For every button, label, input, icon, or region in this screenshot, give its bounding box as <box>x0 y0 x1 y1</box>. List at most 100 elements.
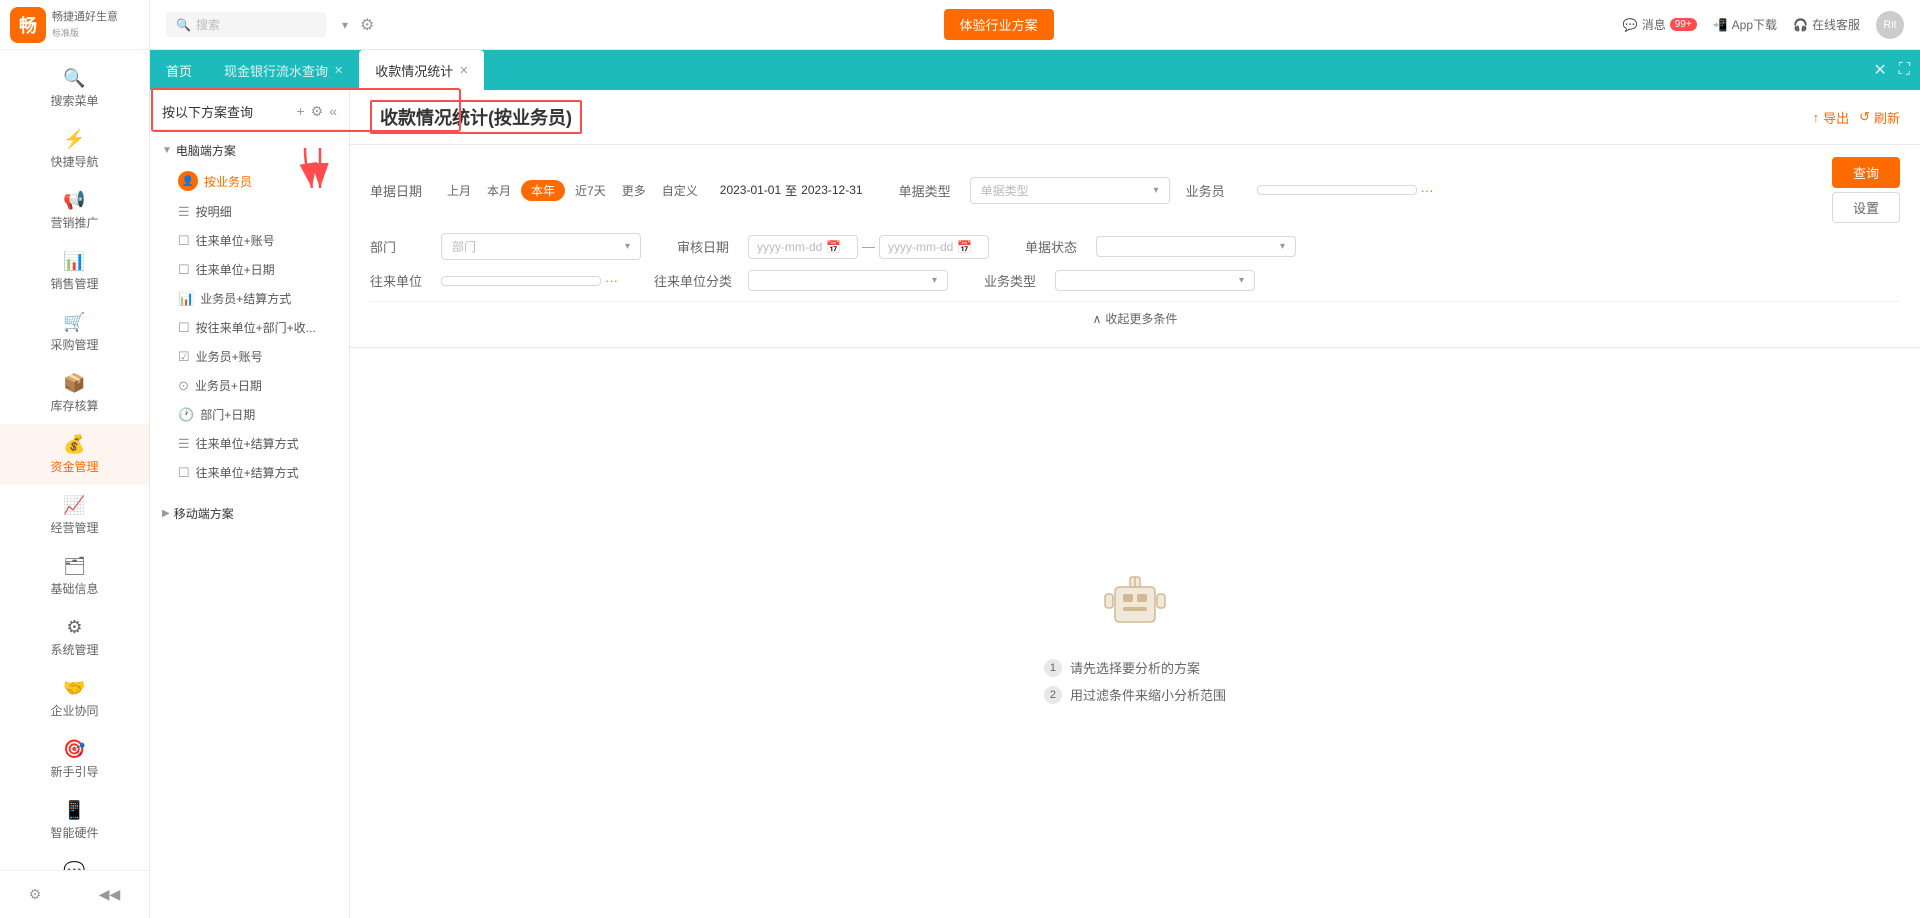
date-opt-custom[interactable]: 自定义 <box>656 180 704 201</box>
sidebar-item-basic[interactable]: 🗂 基础信息 <box>0 546 149 607</box>
refresh-button[interactable]: ↺ 刷新 <box>1859 108 1900 127</box>
biz-type-select[interactable]: ▾ <box>1055 270 1255 291</box>
filter-row-1: 单据日期 上月 本月 本年 近7天 更多 自定义 2023-01-01 至 20… <box>370 157 1900 223</box>
salesman-select[interactable] <box>1257 185 1417 195</box>
dept-select[interactable]: 部门 ▾ <box>441 233 641 260</box>
unit-class-select[interactable]: ▾ <box>748 270 948 291</box>
enterprise-icon: 🤝 <box>63 678 85 699</box>
sidebar-search-label: 搜索菜单 <box>50 92 98 109</box>
sidebar-hardware-label: 智能硬件 <box>50 824 98 841</box>
scheme-settings-button[interactable]: ⚙ <box>311 103 324 120</box>
doc-type-select[interactable]: 单据类型 ▾ <box>970 177 1170 204</box>
sidebar-item-search[interactable]: 🔍 搜索菜单 <box>0 58 149 119</box>
unit-input-group: ··· <box>441 273 618 288</box>
user-avatar[interactable]: Rit <box>1876 11 1904 39</box>
export-button[interactable]: ↑ 导出 <box>1813 108 1850 127</box>
sidebar-collapse-btn[interactable]: ◀◀ <box>94 881 126 908</box>
quicknav-icon: ⚡ <box>63 129 85 150</box>
tab-bank[interactable]: 现金银行流水查询 ✕ <box>208 50 359 90</box>
topbar-gear-icon[interactable]: ⚙ <box>360 15 374 35</box>
settings-button[interactable]: 设置 <box>1832 192 1900 223</box>
sidebar-item-marketing[interactable]: 📢 营销推广 <box>0 180 149 241</box>
scheme-item-salesman-method[interactable]: 📊 业务员+结算方式 <box>150 284 349 313</box>
scheme-item-unit-account[interactable]: ☐ 往来单位+账号 <box>150 226 349 255</box>
date-opt-last-month[interactable]: 上月 <box>441 180 477 201</box>
scheme-item-unit-account-label: 往来单位+账号 <box>196 232 275 249</box>
tabbar-expand-icon[interactable]: ⛶ <box>1899 61 1910 79</box>
salesman-more-btn[interactable]: ··· <box>1421 183 1434 198</box>
tab-collection[interactable]: 收款情况统计 ✕ <box>359 50 484 90</box>
sidebar-item-wechat[interactable]: 💬 企业微信 <box>0 851 149 870</box>
scheme-item-by-detail[interactable]: ☰ 按明细 <box>150 197 349 226</box>
sidebar-item-finance[interactable]: 💰 资金管理 <box>0 424 149 485</box>
topbar-dropdown-icon[interactable]: ▾ <box>342 18 348 32</box>
service-icon: 🎧 <box>1793 18 1808 32</box>
doc-status-chevron-icon: ▾ <box>1280 241 1285 252</box>
audit-start-input[interactable]: yyyy-mm-dd 📅 <box>748 235 858 259</box>
sidebar-item-quicknav[interactable]: ⚡ 快捷导航 <box>0 119 149 180</box>
scheme-item-unit-date[interactable]: ☐ 往来单位+日期 <box>150 255 349 284</box>
unit-method2-icon: ☐ <box>178 465 190 481</box>
sidebar-item-purchase[interactable]: 🛒 采购管理 <box>0 302 149 363</box>
sidebar-finance-label: 资金管理 <box>50 458 98 475</box>
scheme-item-salesman-date[interactable]: ⊙ 业务员+日期 <box>150 371 349 400</box>
sidebar-item-sales[interactable]: 📊 销售管理 <box>0 241 149 302</box>
tab-collection-close-icon[interactable]: ✕ <box>459 64 468 77</box>
export-label: 导出 <box>1823 108 1849 127</box>
message-button[interactable]: 💬 消息 99+ <box>1623 16 1697 33</box>
audit-end-input[interactable]: yyyy-mm-dd 📅 <box>879 235 989 259</box>
desktop-section-toggle[interactable]: ▼ 电脑端方案 <box>150 136 349 165</box>
sidebar-item-inventory[interactable]: 📦 库存核算 <box>0 363 149 424</box>
tabbar-close-icon[interactable]: ✕ <box>1873 60 1886 80</box>
tab-home-label: 首页 <box>166 61 192 80</box>
mobile-scheme-section: ▶ 移动端方案 <box>150 493 349 534</box>
scheme-item-unit-method2[interactable]: ☐ 往来单位+结算方式 <box>150 458 349 487</box>
sidebar-item-guide[interactable]: 🎯 新手引导 <box>0 729 149 790</box>
content-body: 1 请先选择要分析的方案 2 用过滤条件来缩小分析范围 <box>350 348 1920 918</box>
app-download-button[interactable]: 📲 App下载 <box>1713 16 1777 33</box>
desktop-section-label: 电脑端方案 <box>176 142 236 159</box>
add-scheme-button[interactable]: + <box>296 103 304 120</box>
sidebar-item-enterprise[interactable]: 🤝 企业协同 <box>0 668 149 729</box>
date-opt-this-month[interactable]: 本月 <box>481 180 517 201</box>
sidebar-item-hardware[interactable]: 📱 智能硬件 <box>0 790 149 851</box>
finance-icon: 💰 <box>63 434 85 455</box>
tab-bank-close-icon[interactable]: ✕ <box>334 64 343 77</box>
online-service-button[interactable]: 🎧 在线客服 <box>1793 16 1860 33</box>
query-button[interactable]: 查询 <box>1832 157 1900 188</box>
date-opt-more[interactable]: 更多 <box>616 180 652 201</box>
filter-row-2: 部门 部门 ▾ 审核日期 yyyy-mm-dd 📅 — yyyy-mm-dd <box>370 233 1900 260</box>
logo-icon: 畅 <box>10 7 46 43</box>
tabbar-right: ✕ ⛶ <box>1873 60 1920 80</box>
date-opt-this-year[interactable]: 本年 <box>521 180 565 201</box>
unit-dept-icon: ☐ <box>178 320 190 336</box>
section-arrow-icon: ▼ <box>162 145 172 156</box>
scheme-item-dept-date-label: 部门+日期 <box>200 406 255 423</box>
dept-chevron-icon: ▾ <box>625 241 630 252</box>
page-header-actions: ↑ 导出 ↺ 刷新 <box>1813 108 1900 127</box>
system-icon: ⚙ <box>66 617 82 638</box>
sidebar-inventory-label: 库存核算 <box>50 397 98 414</box>
biz-type-label: 业务类型 <box>984 271 1039 290</box>
unit-select[interactable] <box>441 276 601 286</box>
sidebar-item-system[interactable]: ⚙ 系统管理 <box>0 607 149 668</box>
tab-home[interactable]: 首页 <box>150 50 208 90</box>
date-opt-7days[interactable]: 近7天 <box>569 180 612 201</box>
collapse-panel-button[interactable]: « <box>329 103 337 120</box>
doc-status-select[interactable]: ▾ <box>1096 236 1296 257</box>
scheme-item-by-salesman[interactable]: 👤 按业务员 <box>150 165 349 197</box>
topbar-search-box[interactable]: 🔍 搜索 <box>166 12 326 37</box>
scheme-item-salesman-account[interactable]: ☑ 业务员+账号 <box>150 342 349 371</box>
unit-more-btn[interactable]: ··· <box>605 273 618 288</box>
sidebar-settings-btn[interactable]: ⚙ <box>24 881 47 908</box>
scheme-item-unit-method[interactable]: ☰ 往来单位+结算方式 <box>150 429 349 458</box>
hardware-icon: 📱 <box>63 800 85 821</box>
collapse-more-btn[interactable]: ∧ 收起更多条件 <box>370 301 1900 335</box>
scheme-item-dept-date[interactable]: 🕐 部门+日期 <box>150 400 349 429</box>
mobile-section-toggle[interactable]: ▶ 移动端方案 <box>150 499 349 528</box>
scheme-item-unit-dept[interactable]: ☐ 按往来单位+部门+收... <box>150 313 349 342</box>
logo-subtitle: 畅捷通好生意 <box>52 10 118 24</box>
scheme-item-unit-dept-label: 按往来单位+部门+收... <box>196 319 316 336</box>
sidebar-item-operations[interactable]: 📈 经营管理 <box>0 485 149 546</box>
trial-button[interactable]: 体验行业方案 <box>944 9 1054 40</box>
